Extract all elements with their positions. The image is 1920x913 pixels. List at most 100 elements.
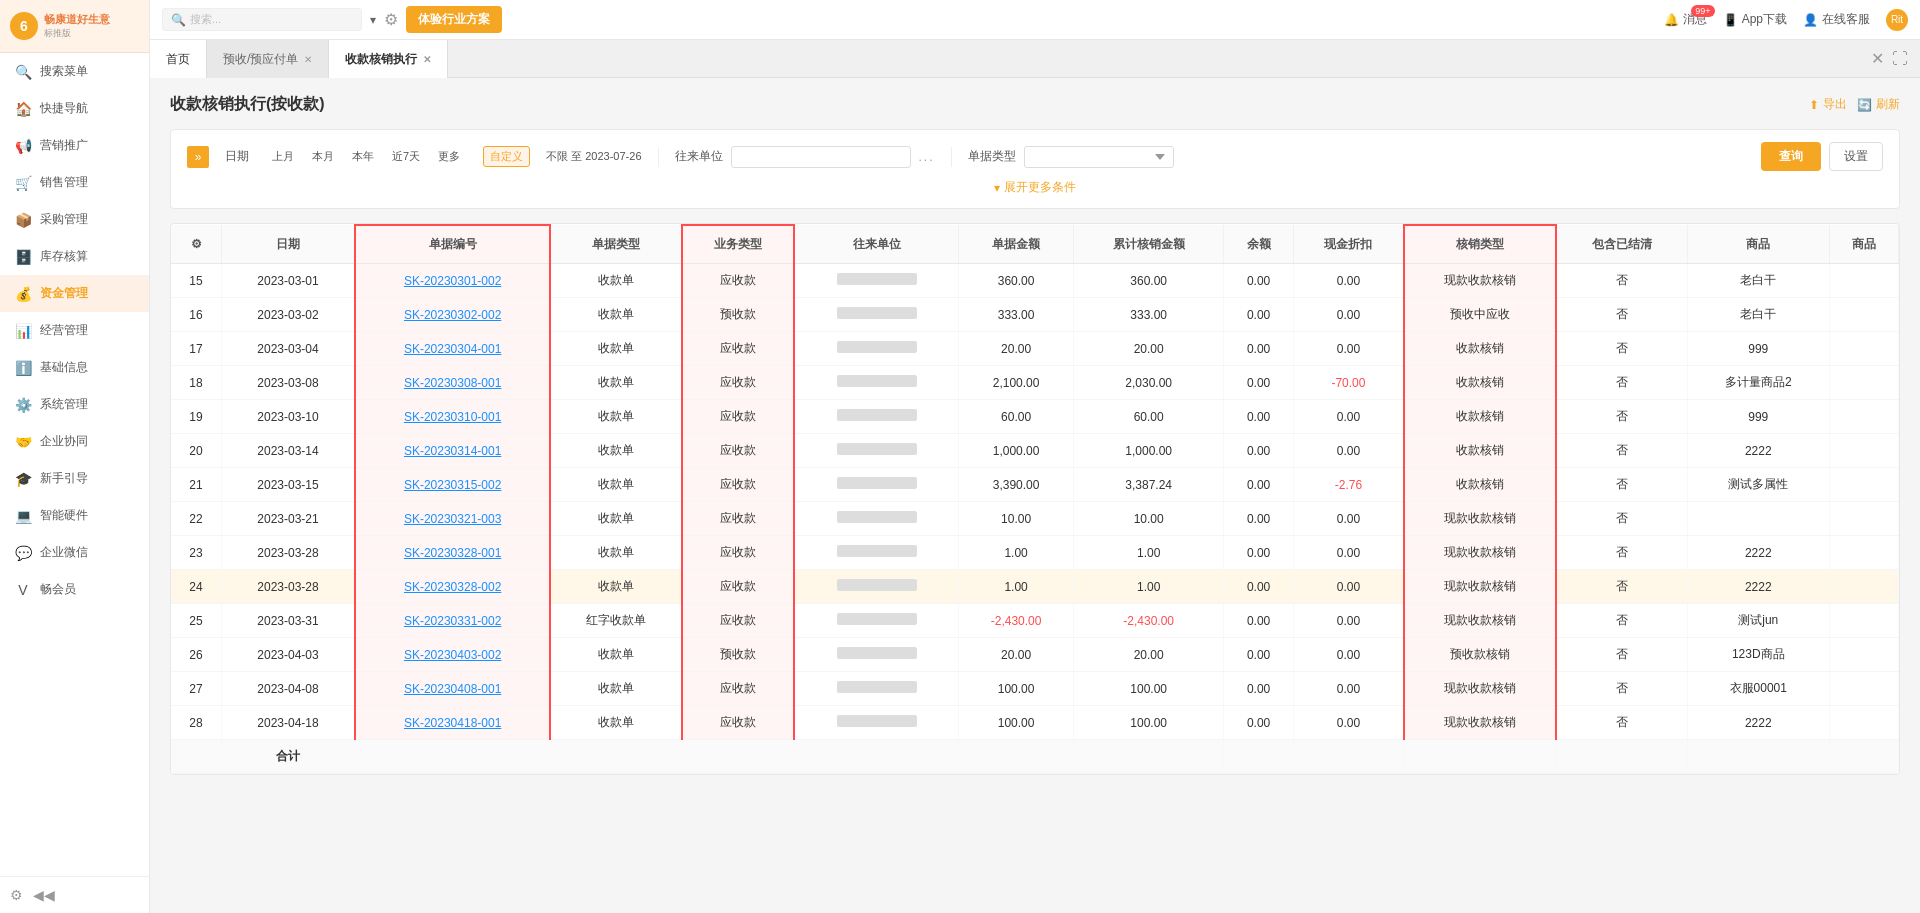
footer-cell-date: 合计 (222, 740, 355, 774)
page-title: 收款核销执行(按收款) (170, 94, 325, 115)
cell-no: 19 (171, 400, 222, 434)
cell-doc_no[interactable]: SK-20230328-001 (355, 536, 550, 570)
cell-doc_no[interactable]: SK-20230304-001 (355, 332, 550, 366)
tab-close-advance[interactable]: ✕ (304, 54, 312, 65)
topbar: 🔍 搜索... ▾ ⚙ 体验行业方案 🔔 消息 99+ 📱 App下载 👤 在线… (150, 0, 1920, 40)
sidebar-item-basic[interactable]: ℹ️基础信息 (0, 349, 149, 386)
cell-balance: 0.00 (1224, 536, 1293, 570)
sidebar-item-quicknav[interactable]: 🏠快捷导航 (0, 90, 149, 127)
cell-biz_type: 应收款 (682, 400, 794, 434)
sales-icon: 🛒 (14, 175, 32, 191)
unit-label: 往来单位 (675, 148, 723, 165)
topbar-search-box[interactable]: 🔍 搜索... (162, 8, 362, 31)
cell-doc_no[interactable]: SK-20230331-002 (355, 604, 550, 638)
cell-amount: 1.00 (959, 570, 1074, 604)
operations-icon: 📊 (14, 323, 32, 339)
cell-verified: 1,000.00 (1073, 434, 1224, 468)
sidebar-item-hardware[interactable]: 💻智能硬件 (0, 497, 149, 534)
custom-date-btn[interactable]: 自定义 (483, 146, 530, 167)
cell-doc_no[interactable]: SK-20230403-002 (355, 638, 550, 672)
table-row: 272023-04-08SK-20230408-001收款单应收款100.001… (171, 672, 1899, 706)
cell-doc_no[interactable]: SK-20230310-001 (355, 400, 550, 434)
sidebar-item-member[interactable]: V畅会员 (0, 571, 149, 608)
cell-discount: -2.76 (1293, 468, 1404, 502)
cell-no: 21 (171, 468, 222, 502)
cell-unit (794, 570, 959, 604)
query-button[interactable]: 查询 (1761, 142, 1821, 171)
notification-bell[interactable]: 🔔 消息 99+ (1664, 11, 1707, 28)
cell-verify_type: 现款收款核销 (1404, 502, 1556, 536)
refresh-button[interactable]: 🔄 刷新 (1857, 96, 1900, 113)
cell-doc_no[interactable]: SK-20230418-001 (355, 706, 550, 740)
type-select[interactable] (1024, 146, 1174, 168)
filter-row: » 日期 上月本月本年近7天更多 自定义 不限 至 2023-07-26 往来单… (187, 142, 1883, 171)
sidebar-item-operations[interactable]: 📊经营管理 (0, 312, 149, 349)
cell-date: 2023-04-18 (222, 706, 355, 740)
cell-doc_type: 收款单 (550, 502, 682, 536)
export-button[interactable]: ⬆ 导出 (1809, 96, 1847, 113)
hardware-icon: 💻 (14, 508, 32, 524)
table-row: 172023-03-04SK-20230304-001收款单应收款20.0020… (171, 332, 1899, 366)
filter-toggle[interactable]: » (187, 146, 209, 168)
export-icon: ⬆ (1809, 98, 1819, 112)
cell-doc_no[interactable]: SK-20230314-001 (355, 434, 550, 468)
sidebar-item-purchase[interactable]: 📦采购管理 (0, 201, 149, 238)
cell-doc_no[interactable]: SK-20230302-002 (355, 298, 550, 332)
cell-doc_type: 收款单 (550, 400, 682, 434)
sidebar-item-inventory[interactable]: 🗄️库存核算 (0, 238, 149, 275)
sidebar-item-wechat[interactable]: 💬企业微信 (0, 534, 149, 571)
user-info[interactable]: Rit (1886, 9, 1908, 31)
sidebar-item-label: 企业微信 (40, 544, 88, 561)
settings-button[interactable]: 设置 (1829, 142, 1883, 171)
cell-goods2 (1829, 570, 1898, 604)
cell-settled: 否 (1556, 604, 1687, 638)
cell-verify_type: 现款收款核销 (1404, 570, 1556, 604)
cell-doc_no[interactable]: SK-20230408-001 (355, 672, 550, 706)
sidebar-item-enterprise[interactable]: 🤝企业协同 (0, 423, 149, 460)
sidebar-item-sales[interactable]: 🛒销售管理 (0, 164, 149, 201)
date-btn-更多[interactable]: 更多 (431, 146, 467, 167)
online-service[interactable]: 👤 在线客服 (1803, 11, 1870, 28)
maximize-icon[interactable]: ⛶ (1892, 50, 1908, 68)
date-btn-本月[interactable]: 本月 (305, 146, 341, 167)
gear-icon[interactable]: ⚙ (384, 10, 398, 29)
app-download[interactable]: 📱 App下载 (1723, 11, 1787, 28)
sidebar-item-search[interactable]: 🔍搜索菜单 (0, 53, 149, 90)
cell-goods: 测试多属性 (1687, 468, 1829, 502)
cell-no: 18 (171, 366, 222, 400)
cell-no: 28 (171, 706, 222, 740)
logo-text: 畅康道好生意 标推版 (44, 12, 110, 39)
collapse-icon[interactable]: ◀◀ (33, 887, 55, 903)
tab-collection[interactable]: 收款核销执行✕ (329, 40, 448, 78)
unit-input[interactable] (731, 146, 911, 168)
logo-icon: 6 (10, 12, 38, 40)
tab-advance[interactable]: 预收/预应付单✕ (207, 40, 329, 78)
col-header-date: 日期 (222, 225, 355, 264)
col-header-goods: 商品 (1687, 225, 1829, 264)
cell-doc_no[interactable]: SK-20230328-002 (355, 570, 550, 604)
date-btn-上月[interactable]: 上月 (265, 146, 301, 167)
cell-doc_no[interactable]: SK-20230315-002 (355, 468, 550, 502)
settings-icon[interactable]: ⚙ (10, 887, 23, 903)
cell-unit (794, 638, 959, 672)
cell-discount: 0.00 (1293, 332, 1404, 366)
footer-cell-biz_type (682, 740, 794, 774)
sidebar-item-guide[interactable]: 🎓新手引导 (0, 460, 149, 497)
cell-doc_no[interactable]: SK-20230308-001 (355, 366, 550, 400)
date-btn-本年[interactable]: 本年 (345, 146, 381, 167)
solution-button[interactable]: 体验行业方案 (406, 6, 502, 33)
expand-button[interactable]: ▾ 展开更多条件 (994, 179, 1076, 196)
tab-home[interactable]: 首页 (150, 40, 207, 78)
date-btn-近7天[interactable]: 近7天 (385, 146, 427, 167)
topbar-dropdown[interactable]: ▾ (370, 13, 376, 27)
footer-cell-verified (1073, 740, 1224, 774)
close-tab-icon[interactable]: ✕ (1871, 49, 1884, 68)
cell-doc_no[interactable]: SK-20230321-003 (355, 502, 550, 536)
sidebar-item-finance[interactable]: 💰资金管理 (0, 275, 149, 312)
sidebar-item-system[interactable]: ⚙️系统管理 (0, 386, 149, 423)
cell-doc_no[interactable]: SK-20230301-002 (355, 264, 550, 298)
sidebar-item-marketing[interactable]: 📢营销推广 (0, 127, 149, 164)
tab-close-collection[interactable]: ✕ (423, 54, 431, 65)
sidebar-item-label: 搜索菜单 (40, 63, 88, 80)
cell-doc_type: 红字收款单 (550, 604, 682, 638)
